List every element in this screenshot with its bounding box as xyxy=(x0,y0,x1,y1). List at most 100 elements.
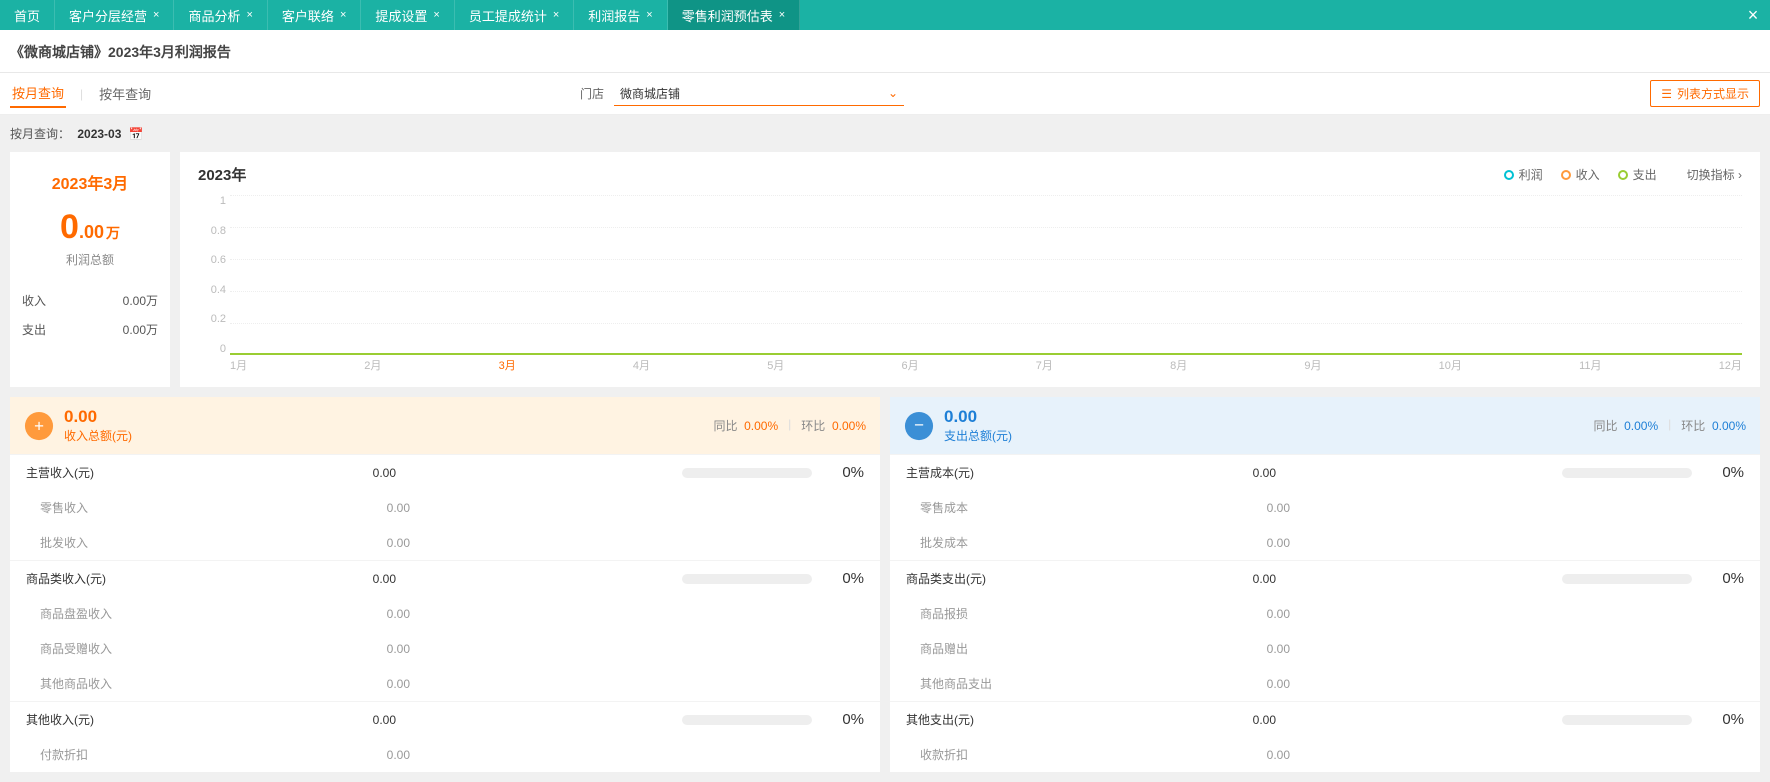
sub-row: 付款折扣0.00 xyxy=(10,737,880,772)
x-tick: 2月 xyxy=(364,357,381,375)
sub-row: 零售成本0.00 xyxy=(890,490,1760,525)
close-icon[interactable]: × xyxy=(646,9,652,21)
x-tick: 11月 xyxy=(1579,357,1601,375)
summary-row: 支出0.00万 xyxy=(22,315,158,344)
legend-item[interactable]: 支出 xyxy=(1618,166,1657,183)
sub-row: 其他商品支出0.00 xyxy=(890,666,1760,701)
group-row: 主营收入(元)0.000% xyxy=(10,454,880,490)
expense-header: − 0.00 支出总额(元) 同比 0.00% | 环比 0.00% xyxy=(890,397,1760,454)
store-value: 微商城店铺 xyxy=(620,85,680,102)
store-selector: 门店 微商城店铺 ⌄ xyxy=(580,82,904,106)
title-bar: 《微商城店铺》2023年3月利润报告 xyxy=(0,30,1770,73)
date-filter-value[interactable]: 2023-03 xyxy=(77,127,121,141)
store-label: 门店 xyxy=(580,85,604,102)
tab-利润报告[interactable]: 利润报告× xyxy=(574,0,667,30)
x-axis: 1月 2月 3月 4月 5月 6月 7月 8月 9月 10月 11月 12月 xyxy=(230,357,1742,375)
tab-首页[interactable]: 首页 xyxy=(0,0,55,30)
close-icon[interactable]: × xyxy=(779,9,785,21)
x-tick: 6月 xyxy=(901,357,918,375)
tab-客户联络[interactable]: 客户联络× xyxy=(268,0,361,30)
sub-row: 商品受赠收入0.00 xyxy=(10,631,880,666)
baseline xyxy=(230,353,1742,355)
tab-商品分析[interactable]: 商品分析× xyxy=(174,0,267,30)
x-tick: 10月 xyxy=(1439,357,1462,375)
sub-row: 收款折扣0.00 xyxy=(890,737,1760,772)
income-icon: + xyxy=(24,411,54,441)
list-view-label: 列表方式显示 xyxy=(1677,85,1749,102)
tab-提成设置[interactable]: 提成设置× xyxy=(361,0,454,30)
page-title: 《微商城店铺》2023年3月利润报告 xyxy=(10,42,1760,62)
x-tick: 4月 xyxy=(633,357,650,375)
progress-bar xyxy=(682,715,812,725)
close-icon[interactable]: × xyxy=(246,9,252,21)
summary-row: 收入0.00万 xyxy=(22,286,158,315)
close-icon[interactable]: × xyxy=(153,9,159,21)
switch-metric-button[interactable]: 切换指标 › xyxy=(1687,166,1742,183)
sub-row: 商品盘盈收入0.00 xyxy=(10,596,880,631)
summary-profit: 0.00万 xyxy=(22,208,158,247)
store-select[interactable]: 微商城店铺 ⌄ xyxy=(614,82,904,106)
list-icon: ☰ xyxy=(1661,87,1672,101)
group-row: 其他支出(元)0.000% xyxy=(890,701,1760,737)
expense-panel: − 0.00 支出总额(元) 同比 0.00% | 环比 0.00% 主营成本(… xyxy=(890,397,1760,772)
tab-员工提成统计[interactable]: 员工提成统计× xyxy=(455,0,574,30)
date-filter-label: 按月查询： xyxy=(10,127,70,141)
group-row: 其他收入(元)0.000% xyxy=(10,701,880,737)
progress-bar xyxy=(1562,715,1692,725)
progress-bar xyxy=(682,468,812,478)
close-all-icon[interactable]: × xyxy=(1736,0,1770,30)
chart-card: 2023年 利润 收入 支出 切换指标 › 10.80.60.40.20 1月 2月 3… xyxy=(180,152,1760,387)
close-icon[interactable]: × xyxy=(553,9,559,21)
legend-item[interactable]: 收入 xyxy=(1561,166,1600,183)
sub-row: 批发成本0.00 xyxy=(890,525,1760,560)
x-tick: 7月 xyxy=(1036,357,1053,375)
group-row: 主营成本(元)0.000% xyxy=(890,454,1760,490)
list-view-button[interactable]: ☰ 列表方式显示 xyxy=(1650,80,1760,107)
sub-row: 商品报损0.00 xyxy=(890,596,1760,631)
svg-text:+: + xyxy=(34,416,44,435)
chart-plot[interactable]: 10.80.60.40.20 1月2月3月4月5月6月7月8月9月10月11月1… xyxy=(198,195,1742,375)
chart-legend: 利润 收入 支出 xyxy=(1504,166,1657,183)
summary-profit-label: 利润总额 xyxy=(22,251,158,268)
x-tick: 1月 xyxy=(230,357,247,375)
progress-bar xyxy=(1562,468,1692,478)
sub-row: 其他商品收入0.00 xyxy=(10,666,880,701)
income-panel: + 0.00 收入总额(元) 同比 0.00% | 环比 0.00% 主营收入(… xyxy=(10,397,880,772)
sub-row: 零售收入0.00 xyxy=(10,490,880,525)
filter-bar: 按月查询 | 按年查询 门店 微商城店铺 ⌄ ☰ 列表方式显示 xyxy=(0,73,1770,115)
income-total: 0.00 xyxy=(64,407,132,427)
chevron-down-icon: ⌄ xyxy=(888,86,898,100)
group-row: 商品类收入(元)0.000% xyxy=(10,560,880,596)
progress-bar xyxy=(682,574,812,584)
expense-icon: − xyxy=(904,411,934,441)
date-filter-bar: 按月查询： 2023-03 📅 xyxy=(0,115,1770,152)
expense-total-label: 支出总额(元) xyxy=(944,427,1012,444)
x-tick: 9月 xyxy=(1304,357,1321,375)
chart-title: 2023年 xyxy=(198,164,246,185)
group-row: 商品类支出(元)0.000% xyxy=(890,560,1760,596)
x-tick: 8月 xyxy=(1170,357,1187,375)
y-axis: 10.80.60.40.20 xyxy=(198,195,226,355)
tab-month-query[interactable]: 按月查询 xyxy=(10,79,66,108)
sub-row: 批发收入0.00 xyxy=(10,525,880,560)
summary-date: 2023年3月 xyxy=(22,170,158,194)
close-icon[interactable]: × xyxy=(433,9,439,21)
x-tick: 12月 xyxy=(1719,357,1742,375)
calendar-icon[interactable]: 📅 xyxy=(129,127,144,141)
svg-text:−: − xyxy=(914,415,924,434)
x-tick: 5月 xyxy=(767,357,784,375)
x-tick: 3月 xyxy=(499,357,516,375)
tab-零售利润预估表[interactable]: 零售利润预估表× xyxy=(668,0,800,30)
income-header: + 0.00 收入总额(元) 同比 0.00% | 环比 0.00% xyxy=(10,397,880,454)
progress-bar xyxy=(1562,574,1692,584)
tab-year-query[interactable]: 按年查询 xyxy=(97,80,153,107)
divider: | xyxy=(80,87,83,101)
grid xyxy=(230,195,1742,355)
top-tabbar: 首页客户分层经营×商品分析×客户联络×提成设置×员工提成统计×利润报告×零售利润… xyxy=(0,0,1770,30)
expense-total: 0.00 xyxy=(944,407,1012,427)
close-icon[interactable]: × xyxy=(340,9,346,21)
tab-客户分层经营[interactable]: 客户分层经营× xyxy=(55,0,174,30)
summary-card: 2023年3月 0.00万 利润总额 收入0.00万支出0.00万 xyxy=(10,152,170,387)
legend-item[interactable]: 利润 xyxy=(1504,166,1543,183)
sub-row: 商品赠出0.00 xyxy=(890,631,1760,666)
